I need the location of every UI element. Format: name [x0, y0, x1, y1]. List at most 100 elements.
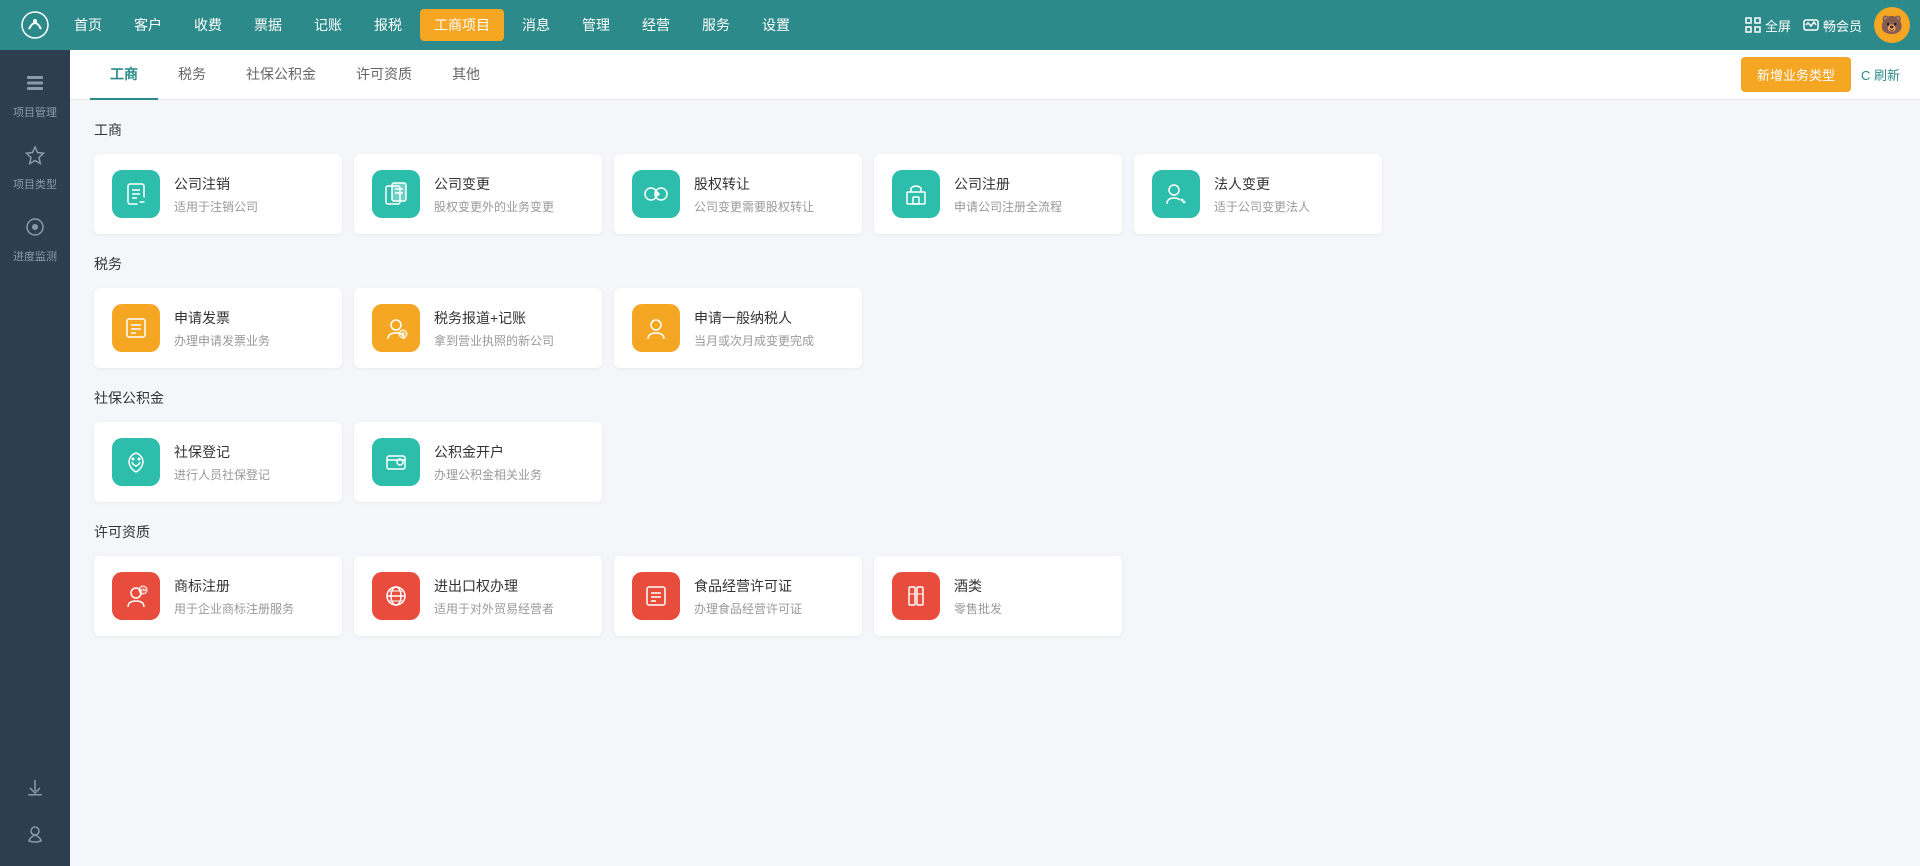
- sidebar-item-project-manage[interactable]: 项目管理: [0, 60, 70, 132]
- sidebar-item-progress[interactable]: 进度监测: [0, 204, 70, 276]
- card-food-license[interactable]: 食品经营许可证 办理食品经营许可证: [614, 556, 862, 636]
- nav-invoice[interactable]: 票据: [240, 9, 296, 41]
- card-desc-equity-transfer: 公司变更需要股权转让: [694, 198, 814, 215]
- card-provident-fund[interactable]: 公积金开户 办理公积金相关业务: [354, 422, 602, 502]
- card-text-company-cancel: 公司注销 适用于注销公司: [174, 174, 258, 215]
- card-text-trademark: 商标注册 用于企业商标注册服务: [174, 576, 294, 617]
- card-desc-apply-invoice: 办理申请发票业务: [174, 332, 270, 349]
- nav-bizproject[interactable]: 工商项目: [420, 9, 504, 41]
- card-apply-invoice[interactable]: 申请发票 办理申请发票业务: [94, 288, 342, 368]
- card-title-equity-transfer: 股权转让: [694, 174, 814, 194]
- card-desc-food-license: 办理食品经营许可证: [694, 600, 802, 617]
- scrollable-content[interactable]: 工商 公司注销 适用于: [70, 100, 1920, 866]
- card-icon-tax-bookkeeping: [372, 304, 420, 352]
- nav-tax[interactable]: 报税: [360, 9, 416, 41]
- tab-shuiwu[interactable]: 税务: [158, 50, 226, 100]
- section-title-xuke: 许可资质: [94, 522, 1896, 542]
- progress-icon: [24, 216, 46, 244]
- tab-actions: 新增业务类型 C 刷新: [1741, 57, 1900, 92]
- star-icon: [24, 144, 46, 172]
- sidebar-download[interactable]: [0, 764, 70, 810]
- card-title-trademark: 商标注册: [174, 576, 294, 596]
- cards-grid-gongshang: 公司注销 适用于注销公司 公司变更: [94, 154, 1896, 234]
- card-icon-equity-transfer: [632, 170, 680, 218]
- card-icon-apply-invoice: [112, 304, 160, 352]
- card-icon-company-cancel: [112, 170, 160, 218]
- cards-grid-xuke: ™ 商标注册 用于企业商标注册服务: [94, 556, 1896, 636]
- cards-grid-shebao: 社保登记 进行人员社保登记 公积金开户 办理公积金相关业务: [94, 422, 1896, 502]
- card-text-alcohol: 酒类 零售批发: [954, 576, 1002, 617]
- sidebar-location[interactable]: [0, 810, 70, 856]
- card-text-company-change: 公司变更 股权变更外的业务变更: [434, 174, 554, 215]
- card-icon-general-taxpayer: [632, 304, 680, 352]
- card-import-export[interactable]: 进出口权办理 适用于对外贸易经营者: [354, 556, 602, 636]
- card-general-taxpayer[interactable]: 申请一般纳税人 当月或次月成变更完成: [614, 288, 862, 368]
- nav-items: 首页 客户 收费 票据 记账 报税 工商项目 消息 管理 经营 服务 设置: [60, 9, 1745, 41]
- tab-xuke[interactable]: 许可资质: [336, 50, 432, 100]
- tab-bar: 工商 税务 社保公积金 许可资质 其他 新增业务类型 C 刷新: [70, 50, 1920, 100]
- nav-bookkeeping[interactable]: 记账: [300, 9, 356, 41]
- sidebar-item-project-type[interactable]: 项目类型: [0, 132, 70, 204]
- sidebar-label-project-manage: 项目管理: [13, 104, 57, 120]
- card-desc-alcohol: 零售批发: [954, 600, 1002, 617]
- top-nav: 首页 客户 收费 票据 记账 报税 工商项目 消息 管理 经营 服务 设置 全屏…: [0, 0, 1920, 50]
- nav-manage[interactable]: 管理: [568, 9, 624, 41]
- card-title-apply-invoice: 申请发票: [174, 308, 270, 328]
- card-icon-provident-fund: [372, 438, 420, 486]
- card-alcohol[interactable]: 酒类 零售批发: [874, 556, 1122, 636]
- svg-text:™: ™: [141, 588, 147, 595]
- fullscreen-btn[interactable]: 全屏: [1745, 16, 1791, 35]
- card-text-tax-bookkeeping: 税务报道+记账 拿到营业执照的新公司: [434, 308, 554, 349]
- card-company-change[interactable]: 公司变更 股权变更外的业务变更: [354, 154, 602, 234]
- nav-home[interactable]: 首页: [60, 9, 116, 41]
- card-desc-company-cancel: 适用于注销公司: [174, 198, 258, 215]
- card-title-food-license: 食品经营许可证: [694, 576, 802, 596]
- logo: [10, 0, 60, 50]
- card-legal-change[interactable]: 法人变更 适于公司变更法人: [1134, 154, 1382, 234]
- sidebar-label-project-type: 项目类型: [13, 176, 57, 192]
- list-icon: [24, 72, 46, 100]
- card-desc-provident-fund: 办理公积金相关业务: [434, 466, 542, 483]
- nav-fee[interactable]: 收费: [180, 9, 236, 41]
- section-title-shuiwu: 税务: [94, 254, 1896, 274]
- card-title-general-taxpayer: 申请一般纳税人: [694, 308, 814, 328]
- card-text-legal-change: 法人变更 适于公司变更法人: [1214, 174, 1310, 215]
- card-icon-legal-change: [1152, 170, 1200, 218]
- nav-service[interactable]: 服务: [688, 9, 744, 41]
- card-title-provident-fund: 公积金开户: [434, 442, 542, 462]
- content-area: 工商 税务 社保公积金 许可资质 其他 新增业务类型 C 刷新 工商: [70, 50, 1920, 866]
- card-icon-import-export: [372, 572, 420, 620]
- vip-btn[interactable]: 畅会员: [1803, 16, 1862, 35]
- section-title-shebao: 社保公积金: [94, 388, 1896, 408]
- card-company-register[interactable]: 公司注册 申请公司注册全流程: [874, 154, 1122, 234]
- card-text-equity-transfer: 股权转让 公司变更需要股权转让: [694, 174, 814, 215]
- tab-qita[interactable]: 其他: [432, 50, 500, 100]
- card-social-insurance[interactable]: 社保登记 进行人员社保登记: [94, 422, 342, 502]
- card-icon-social-insurance: [112, 438, 160, 486]
- card-icon-company-register: [892, 170, 940, 218]
- card-text-food-license: 食品经营许可证 办理食品经营许可证: [694, 576, 802, 617]
- new-business-type-button[interactable]: 新增业务类型: [1741, 57, 1851, 92]
- card-tax-bookkeeping[interactable]: 税务报道+记账 拿到营业执照的新公司: [354, 288, 602, 368]
- card-trademark[interactable]: ™ 商标注册 用于企业商标注册服务: [94, 556, 342, 636]
- card-text-provident-fund: 公积金开户 办理公积金相关业务: [434, 442, 542, 483]
- nav-client[interactable]: 客户: [120, 9, 176, 41]
- card-text-apply-invoice: 申请发票 办理申请发票业务: [174, 308, 270, 349]
- card-company-cancel[interactable]: 公司注销 适用于注销公司: [94, 154, 342, 234]
- nav-settings[interactable]: 设置: [748, 9, 804, 41]
- tab-gongshang[interactable]: 工商: [90, 50, 158, 100]
- card-equity-transfer[interactable]: 股权转让 公司变更需要股权转让: [614, 154, 862, 234]
- card-title-legal-change: 法人变更: [1214, 174, 1310, 194]
- card-desc-import-export: 适用于对外贸易经营者: [434, 600, 554, 617]
- card-icon-trademark: ™: [112, 572, 160, 620]
- nav-message[interactable]: 消息: [508, 9, 564, 41]
- refresh-button[interactable]: C 刷新: [1861, 65, 1900, 84]
- card-desc-legal-change: 适于公司变更法人: [1214, 198, 1310, 215]
- tab-shebao[interactable]: 社保公积金: [226, 50, 336, 100]
- card-title-alcohol: 酒类: [954, 576, 1002, 596]
- card-desc-company-register: 申请公司注册全流程: [954, 198, 1062, 215]
- sidebar: 项目管理 项目类型 进度监测: [0, 50, 70, 866]
- nav-operation[interactable]: 经营: [628, 9, 684, 41]
- mascot-avatar[interactable]: 🐻: [1874, 7, 1910, 43]
- tabs: 工商 税务 社保公积金 许可资质 其他: [90, 50, 1741, 99]
